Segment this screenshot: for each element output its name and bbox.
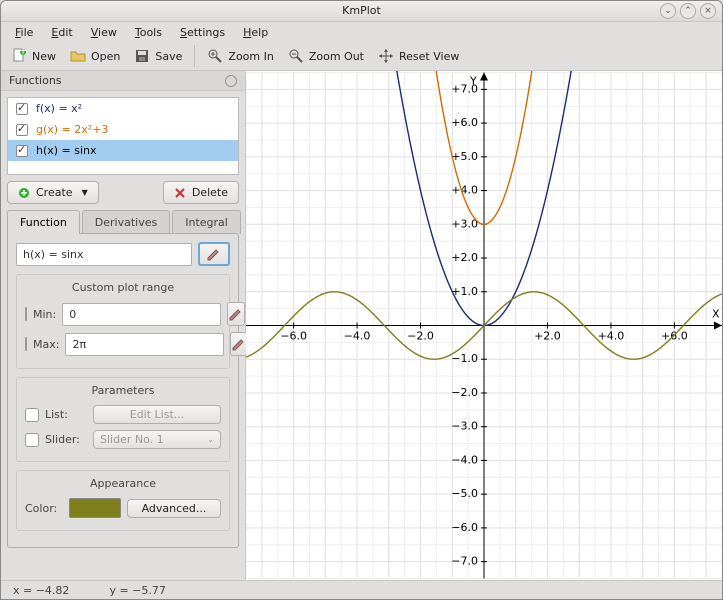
appearance-group: Appearance Color: Advanced...: [16, 470, 230, 531]
menu-edit[interactable]: Edit: [43, 23, 80, 42]
menu-file[interactable]: File: [7, 23, 41, 42]
svg-text:−4.0: −4.0: [451, 453, 478, 466]
plot-svg: −6.0 −4.0 −2.0 +2.0 +4.0 +6.0 −7.0 −6.0 −5.0 −4.0…: [246, 71, 722, 580]
function-checkbox[interactable]: [16, 124, 28, 136]
parameters-group: Parameters List: Edit List... Slider: Sl…: [16, 377, 230, 462]
svg-text:Y: Y: [469, 75, 477, 88]
svg-text:X: X: [712, 308, 720, 321]
toolbar: + New Open Save Zoom In Zoom Out Reset V…: [1, 43, 722, 71]
color-swatch[interactable]: [69, 498, 121, 518]
function-item-g[interactable]: g(x) = 2x²+3: [8, 119, 238, 140]
zoom-out-button[interactable]: Zoom Out: [282, 44, 370, 68]
new-icon: +: [11, 48, 27, 64]
status-y: y = −5.77: [109, 584, 165, 597]
zoom-in-button[interactable]: Zoom In: [201, 44, 279, 68]
zoom-out-icon: [288, 48, 304, 64]
function-checkbox[interactable]: [16, 103, 28, 115]
svg-text:+4.0: +4.0: [451, 184, 478, 197]
svg-text:−2.0: −2.0: [451, 386, 478, 399]
list-label: List:: [45, 408, 87, 421]
svg-text:−1.0: −1.0: [451, 352, 478, 365]
slider-label: Slider:: [45, 433, 87, 446]
advanced-button[interactable]: Advanced...: [127, 499, 221, 518]
menu-view[interactable]: View: [83, 23, 125, 42]
svg-text:−5.0: −5.0: [451, 487, 478, 500]
create-icon: [18, 187, 30, 199]
menu-help[interactable]: Help: [235, 23, 276, 42]
min-edit-button[interactable]: [227, 302, 245, 326]
color-label: Color:: [25, 502, 63, 515]
equation-edit-button[interactable]: [198, 242, 230, 266]
svg-text:+6.0: +6.0: [661, 330, 688, 343]
svg-text:+3.0: +3.0: [451, 217, 478, 230]
svg-text:−2.0: −2.0: [407, 330, 434, 343]
svg-text:+2.0: +2.0: [451, 251, 478, 264]
reset-view-button[interactable]: Reset View: [372, 44, 465, 68]
max-checkbox[interactable]: [25, 337, 27, 351]
min-checkbox[interactable]: [25, 307, 27, 321]
save-button[interactable]: Save: [128, 44, 188, 68]
plot-area[interactable]: −6.0 −4.0 −2.0 +2.0 +4.0 +6.0 −7.0 −6.0 −5.0 −4.0…: [246, 71, 722, 580]
menubar: File Edit View Tools Settings Help: [1, 22, 722, 43]
min-label: Min:: [33, 308, 56, 321]
pencil-icon: [228, 306, 244, 322]
chevron-down-icon: ▼: [82, 188, 88, 197]
svg-text:−7.0: −7.0: [451, 555, 478, 568]
open-icon: [70, 48, 86, 64]
list-checkbox[interactable]: [25, 408, 39, 422]
equation-input[interactable]: [16, 243, 192, 266]
minimize-button[interactable]: ⌄: [660, 3, 676, 19]
slider-select[interactable]: Slider No. 1⌄: [93, 430, 221, 449]
pencil-icon: [206, 246, 222, 262]
save-icon: [134, 48, 150, 64]
function-item-f[interactable]: f(x) = x²: [8, 98, 238, 119]
svg-text:−6.0: −6.0: [451, 521, 478, 534]
min-input[interactable]: [62, 303, 221, 326]
delete-icon: [174, 187, 186, 199]
collapse-button[interactable]: [225, 75, 237, 87]
tab-derivatives[interactable]: Derivatives: [82, 210, 170, 234]
tab-function[interactable]: Function: [7, 210, 80, 234]
zoom-in-icon: [207, 48, 223, 64]
delete-button[interactable]: Delete: [163, 181, 239, 204]
slider-checkbox[interactable]: [25, 433, 39, 447]
functions-panel-header: Functions: [1, 71, 245, 91]
open-button[interactable]: Open: [64, 44, 126, 68]
maximize-button[interactable]: ⌃: [680, 3, 696, 19]
svg-text:−4.0: −4.0: [344, 330, 371, 343]
chevron-down-icon: ⌄: [207, 435, 214, 444]
new-button[interactable]: + New: [5, 44, 62, 68]
svg-text:+2.0: +2.0: [534, 330, 561, 343]
max-label: Max:: [33, 338, 59, 351]
menu-tools[interactable]: Tools: [127, 23, 170, 42]
statusbar: x = −4.82 y = −5.77: [1, 580, 722, 599]
toolbar-separator: [194, 45, 195, 67]
function-tab-body: Custom plot range Min: Max: Parameters: [7, 233, 239, 548]
svg-text:−3.0: −3.0: [451, 420, 478, 433]
svg-text:+6.0: +6.0: [451, 116, 478, 129]
svg-text:+4.0: +4.0: [598, 330, 625, 343]
sidepanel: Functions f(x) = x² g(x) = 2x²+3 h(x) = …: [1, 71, 246, 580]
custom-plot-range-group: Custom plot range Min: Max:: [16, 274, 230, 369]
function-item-h[interactable]: h(x) = sinx: [8, 140, 238, 161]
window-title: KmPlot: [342, 4, 381, 17]
status-x: x = −4.82: [13, 584, 69, 597]
svg-text:−6.0: −6.0: [280, 330, 307, 343]
create-button[interactable]: Create▼: [7, 181, 99, 204]
max-input[interactable]: [65, 333, 224, 356]
titlebar: KmPlot ⌄ ⌃ ×: [1, 1, 722, 22]
function-list[interactable]: f(x) = x² g(x) = 2x²+3 h(x) = sinx: [7, 97, 239, 175]
content: Functions f(x) = x² g(x) = 2x²+3 h(x) = …: [1, 71, 722, 580]
close-button[interactable]: ×: [700, 3, 716, 19]
reset-view-icon: [378, 48, 394, 64]
svg-text:+1.0: +1.0: [451, 285, 478, 298]
menu-settings[interactable]: Settings: [172, 23, 233, 42]
function-checkbox[interactable]: [16, 145, 28, 157]
svg-text:+5.0: +5.0: [451, 150, 478, 163]
tab-integral[interactable]: Integral: [172, 210, 241, 234]
svg-text:+: +: [18, 48, 27, 57]
edit-list-button[interactable]: Edit List...: [93, 405, 221, 424]
